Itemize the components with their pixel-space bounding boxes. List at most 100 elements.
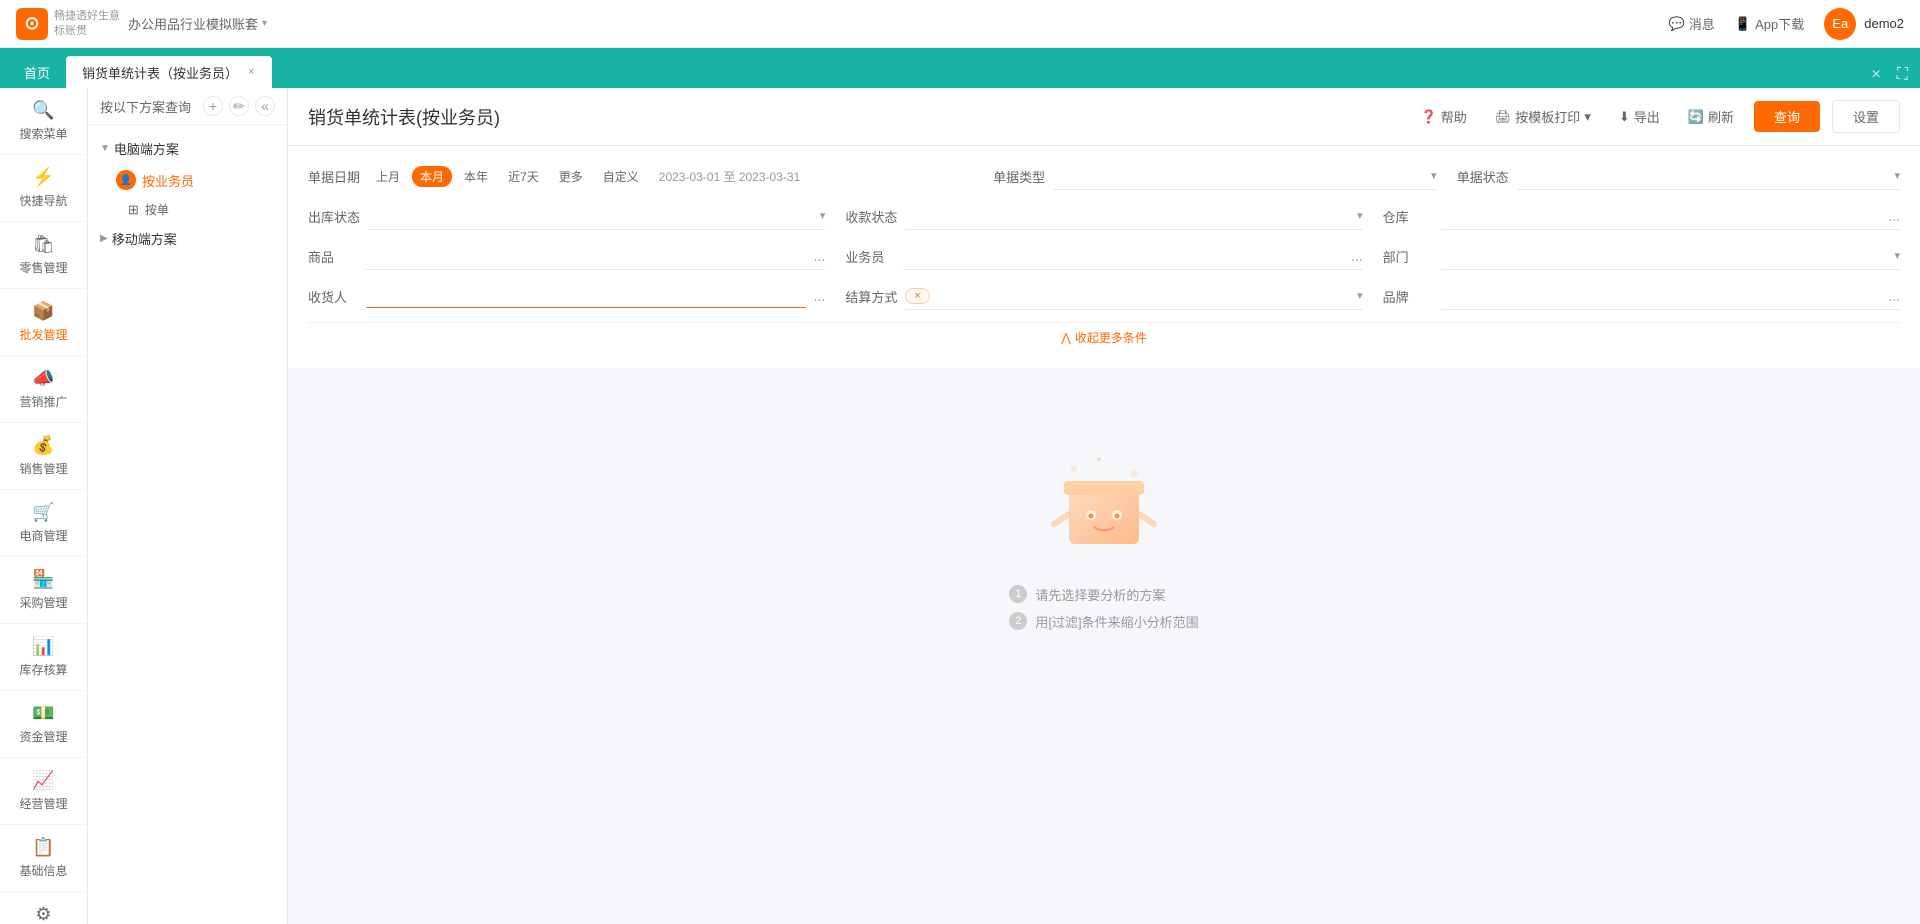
recipient-input[interactable]: [366, 284, 806, 308]
out-status-select[interactable]: ▾: [368, 202, 825, 230]
filter-department: 部门 ▾: [1383, 242, 1900, 270]
date-this-month-btn[interactable]: 本月: [412, 166, 452, 187]
sidebar-item-purchase[interactable]: 🏪 采购管理: [0, 557, 87, 624]
salesperson-select[interactable]: ...: [903, 242, 1362, 270]
tab-home[interactable]: 首页: [8, 56, 66, 88]
scheme-group-desktop-label: 电脑端方案: [114, 139, 179, 158]
app-download-button[interactable]: 📱 App下载: [1735, 14, 1804, 33]
template-print-label: 按模板打印: [1515, 107, 1580, 126]
sidebar-item-basics[interactable]: 📋 基础信息: [0, 825, 87, 892]
collapse-chevron-icon: ⋀: [1061, 331, 1071, 345]
close-window-icon[interactable]: ×: [1867, 62, 1884, 88]
receipt-status-arrow-icon: ▾: [1357, 209, 1363, 222]
hint-text-2: 用[过滤]条件来缩小分析范围: [1035, 612, 1198, 631]
purchase-icon: 🏪: [32, 569, 54, 590]
date-custom-btn[interactable]: 自定义: [595, 166, 647, 187]
finance-icon: 💵: [32, 703, 54, 724]
sidebar-operations-label: 经营管理: [19, 795, 67, 812]
collapse-conditions-button[interactable]: ⋀ 收起更多条件: [308, 322, 1900, 352]
department-select[interactable]: ▾: [1441, 242, 1900, 270]
scheme-edit-button[interactable]: ✏: [229, 96, 249, 116]
date-this-year-btn[interactable]: 本年: [456, 166, 496, 187]
app-selector-chevron-icon: ▾: [262, 18, 267, 29]
home-tab-label: 首页: [24, 63, 50, 82]
sidebar-item-ecommerce[interactable]: 🛒 电商管理: [0, 490, 87, 557]
page-header: 销货单统计表(按业务员) ❓ 帮助 🖨 按模板打印 ▾ ⬇ 导出: [288, 88, 1920, 146]
warehouse-dots-icon[interactable]: ...: [1888, 208, 1900, 224]
header-right: 💬 消息 📱 App下载 Ea demo2: [1669, 8, 1904, 40]
sidebar-item-operations[interactable]: 📈 经营管理: [0, 758, 87, 825]
settlement-tag-close-icon[interactable]: ×: [914, 290, 920, 302]
page-actions: ❓ 帮助 🖨 按模板打印 ▾ ⬇ 导出 🔄 刷新: [1413, 100, 1900, 133]
tab-bar: 首页 销货单统计表（按业务员） × × ⛶: [0, 48, 1920, 88]
date-last-month-btn[interactable]: 上月: [368, 166, 408, 187]
product-dots-icon[interactable]: ...: [814, 248, 826, 264]
warehouse-select[interactable]: ...: [1441, 202, 1900, 230]
sidebar-item-wholesale[interactable]: 📦 批发管理: [0, 289, 87, 356]
receipt-status-label: 收款状态: [845, 207, 897, 226]
tree-expand-mobile-icon: ▶: [100, 233, 108, 244]
sales-stats-tab-label: 销货单统计表（按业务员）: [82, 63, 238, 82]
settlement-tag: ×: [905, 288, 929, 304]
product-select[interactable]: ...: [366, 242, 825, 270]
refresh-label: 刷新: [1708, 107, 1734, 126]
query-button[interactable]: 查询: [1754, 101, 1820, 132]
scheme-group-desktop-header[interactable]: ▼ 电脑端方案: [88, 133, 287, 164]
maximize-window-icon[interactable]: ⛶: [1893, 62, 1912, 88]
sidebar-retail-label: 零售管理: [19, 259, 67, 276]
salesperson-label: 业务员: [845, 247, 895, 266]
app-selector[interactable]: 办公用品行业模拟账套 ▾: [128, 14, 267, 33]
date-last-7-days-btn[interactable]: 近7天: [500, 166, 547, 187]
scheme-header: 按以下方案查询 + ✏ «: [88, 88, 287, 125]
tree-expand-icon: ▼: [100, 143, 110, 154]
settings-button[interactable]: 设置: [1832, 100, 1900, 133]
sidebar-inventory-label: 库存核算: [19, 661, 67, 678]
sidebar-item-sales[interactable]: 💰 销售管理: [0, 423, 87, 490]
message-button[interactable]: 💬 消息: [1669, 14, 1715, 33]
inventory-icon: 📊: [32, 636, 54, 657]
sidebar-item-search[interactable]: 🔍 搜索菜单: [0, 88, 87, 155]
warehouse-label: 仓库: [1383, 207, 1433, 226]
sidebar-item-finance[interactable]: 💵 资金管理: [0, 691, 87, 758]
empty-state: 1 请先选择要分析的方案 2 用[过滤]条件来缩小分析范围: [288, 369, 1920, 711]
empty-illustration: [1044, 449, 1164, 569]
sidebar-sales-label: 销售管理: [19, 460, 67, 477]
tab-bar-end: × ⛶: [1867, 62, 1920, 88]
filter-product: 商品 ...: [308, 242, 825, 270]
scheme-group-mobile-header[interactable]: ▶ 移动端方案: [88, 223, 287, 254]
product-label: 商品: [308, 247, 358, 266]
refresh-button[interactable]: 🔄 刷新: [1680, 103, 1742, 130]
brand-dots-icon[interactable]: ...: [1888, 288, 1900, 304]
basics-icon: 📋: [32, 837, 54, 858]
sales-icon: 💰: [32, 435, 54, 456]
user-name: demo2: [1864, 16, 1904, 31]
user-profile[interactable]: Ea demo2: [1824, 8, 1904, 40]
receipt-status-select[interactable]: ▾: [905, 202, 1362, 230]
settlement-select[interactable]: × ▾: [905, 282, 1362, 310]
sidebar-item-inventory[interactable]: 📊 库存核算: [0, 624, 87, 691]
template-print-button[interactable]: 🖨 按模板打印 ▾: [1487, 103, 1599, 130]
scheme-item-by-salesperson[interactable]: 👤 按业务员: [88, 164, 287, 196]
sidebar-item-marketing[interactable]: 📣 营销推广: [0, 356, 87, 423]
sidebar-item-system[interactable]: ⚙ 系统管理: [0, 892, 87, 924]
scheme-sub-item-by-order[interactable]: ⊞ 按单: [88, 196, 287, 223]
filter-salesperson: 业务员 ...: [845, 242, 1362, 270]
doc-type-select[interactable]: ▾: [1053, 162, 1436, 190]
export-button[interactable]: ⬇ 导出: [1611, 103, 1668, 130]
empty-hints: 1 请先选择要分析的方案 2 用[过滤]条件来缩小分析范围: [1009, 585, 1198, 631]
brand-select[interactable]: ...: [1441, 282, 1900, 310]
sidebar-item-retail[interactable]: 🛍 零售管理: [0, 222, 87, 289]
tab-sales-stats[interactable]: 销货单统计表（按业务员） ×: [66, 56, 272, 88]
order-item-icon: ⊞: [128, 202, 139, 218]
doc-type-label: 单据类型: [993, 167, 1045, 186]
scheme-add-button[interactable]: +: [203, 96, 223, 116]
header-left: ⊙ 畅捷透好生意 标账贯 办公用品行业模拟账套 ▾: [16, 8, 267, 40]
recipient-dots-icon[interactable]: ...: [814, 288, 826, 304]
doc-status-select[interactable]: ▾: [1517, 162, 1900, 190]
salesperson-dots-icon[interactable]: ...: [1351, 248, 1363, 264]
help-button[interactable]: ❓ 帮助: [1413, 103, 1475, 130]
date-more-btn[interactable]: 更多: [551, 166, 591, 187]
scheme-collapse-button[interactable]: «: [255, 96, 275, 116]
tab-close-icon[interactable]: ×: [246, 64, 256, 80]
sidebar-item-quick-nav[interactable]: ⚡ 快捷导航: [0, 155, 87, 222]
